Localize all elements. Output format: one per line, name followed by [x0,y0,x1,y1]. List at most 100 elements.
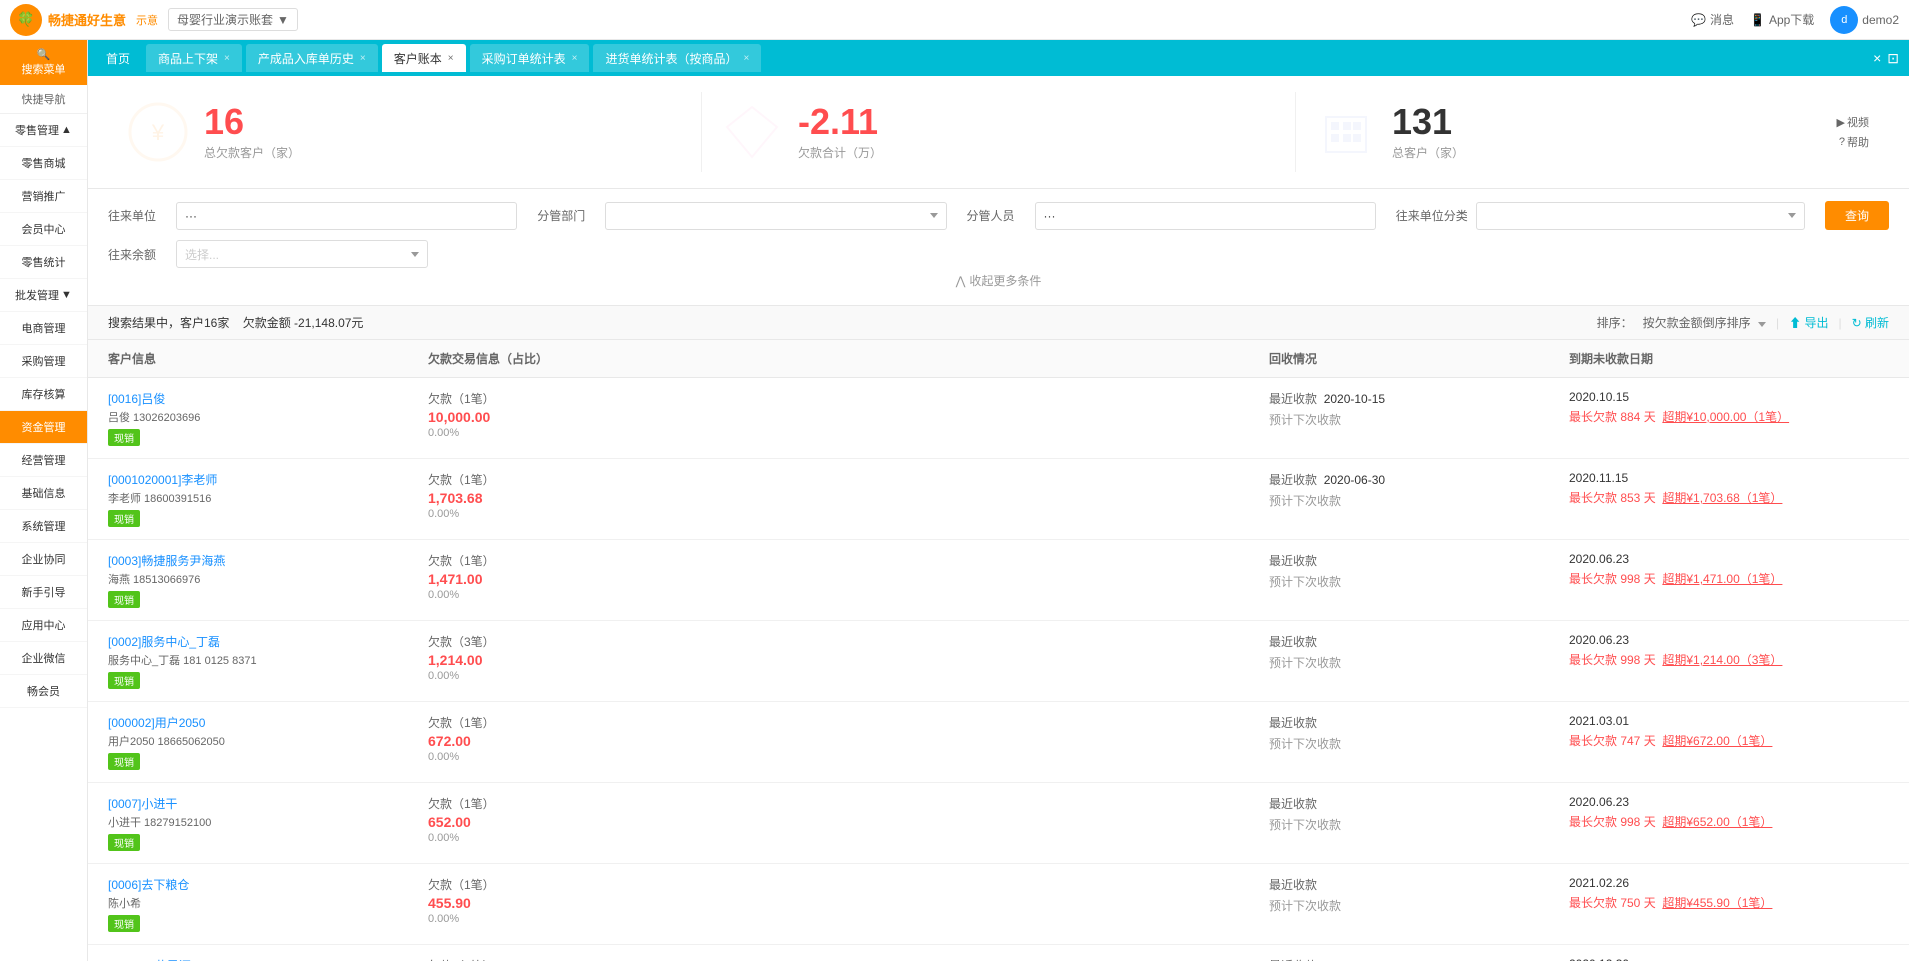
collapse-btn[interactable]: ⋀ 收起更多条件 [108,268,1889,293]
overdue-link-0002[interactable]: 超期¥1,214.00（3笔） [1662,653,1782,667]
overdue-info-0006: 2021.02.26 最长欠款 750 天 超期¥455.90（1笔） [1569,876,1889,911]
store-name: 母婴行业演示账套 [177,11,273,28]
overdue-date-000002: 2021.03.01 [1569,714,1889,728]
stat-content-debt-total: -2.11 欠款合计（万） [798,104,882,161]
source-unit-input[interactable]: ··· [176,202,517,230]
tab-purchase-order-close[interactable]: × [572,53,578,64]
sidebar-item-corp-wechat[interactable]: 企业微信 [0,642,87,675]
separator2: | [1838,316,1841,330]
sidebar-item-inventory[interactable]: 库存核算 [0,378,87,411]
overdue-link-0007[interactable]: 超期¥652.00（1笔） [1662,815,1772,829]
tab-inbound-stats[interactable]: 进货单统计表（按商品） × [593,44,761,72]
search-button[interactable]: 查询 [1825,201,1889,230]
sidebar-item-finance[interactable]: 资金管理 [0,411,87,444]
sidebar-item-corp-collab[interactable]: 企业协同 [0,543,87,576]
tab-product-offshelf-close[interactable]: × [224,53,230,64]
help-action[interactable]: ? 帮助 [1839,134,1869,150]
customer-name-0007[interactable]: [0007]小进干 [108,795,428,812]
tab-inbound-stats-close[interactable]: × [743,53,749,64]
sort-value[interactable]: 按欠款金额倒序排序 [1643,314,1766,331]
refresh-btn[interactable]: ↻ 刷新 [1852,314,1889,331]
stats-row: ¥ 16 总欠款客户（家） [88,76,1909,189]
sidebar-item-newbie[interactable]: 新手引导 [0,576,87,609]
sidebar-item-app-center[interactable]: 应用中心 [0,609,87,642]
sidebar-search[interactable]: 🔍 搜索菜单 [0,40,87,85]
tab-product-inbound-close[interactable]: × [360,53,366,64]
unit-category-select[interactable] [1476,202,1805,230]
debt-count-0003: 欠款（1笔） [428,552,1269,569]
user-menu[interactable]: d demo2 [1830,6,1899,34]
person-input[interactable]: ··· [1035,202,1376,230]
overdue-link-000002[interactable]: 超期¥672.00（1笔） [1662,734,1772,748]
table-row: [0002]服务中心_丁磊 服务中心_丁磊 181 0125 8371 现销 欠… [88,621,1909,702]
overdue-link-0003[interactable]: 超期¥1,471.00（1笔） [1662,572,1782,586]
top-bar-right: 💬 消息 📱 App下载 d demo2 [1691,6,1899,34]
expand-tab-icon[interactable]: ⊡ [1887,50,1899,67]
tab-product-offshelf[interactable]: 商品上下架 × [146,44,242,72]
customer-name-0016[interactable]: [0016]吕俊 [108,390,428,407]
tab-customer-account[interactable]: 客户账本 × [382,44,466,72]
overdue-info-000002: 2021.03.01 最长欠款 747 天 超期¥672.00（1笔） [1569,714,1889,749]
callback-row1: 最近收款 [1269,714,1569,731]
app-download-btn[interactable]: 📱 App下载 [1750,11,1814,28]
export-btn[interactable]: ⬆ 导出 [1789,314,1828,331]
tab-purchase-order[interactable]: 采购订单统计表 × [470,44,590,72]
sidebar-item-member[interactable]: 会员中心 [0,213,87,246]
customer-tag-000002: 现销 [108,753,140,770]
customer-name-00010200001[interactable]: [0001020001]李老师 [108,471,428,488]
separator1: | [1776,316,1779,330]
message-btn[interactable]: 💬 消息 [1691,11,1734,28]
video-action[interactable]: ▶ 视频 [1837,114,1869,130]
overdue-days-0016: 最长欠款 884 天 超期¥10,000.00（1笔） [1569,408,1889,425]
source-unit-label: 往来单位 [108,207,168,224]
customer-name-0003[interactable]: [0003]畅捷服务尹海燕 [108,552,428,569]
tab-home[interactable]: 首页 [94,44,142,72]
mini-logo[interactable]: 示意 [136,12,158,28]
col-header-overdue: 到期未收款日期 [1569,350,1889,367]
close-all-tabs-icon[interactable]: × [1873,50,1881,66]
sidebar-item-ecommerce[interactable]: 电商管理 [0,312,87,345]
filter-balance: 往来余额 选择... [108,240,428,268]
debt-amount-0002: 1,214.00 [428,652,1269,668]
sidebar-item-system[interactable]: 系统管理 [0,510,87,543]
debt-info-0003: 欠款（1笔） 1,471.00 0.00% [428,552,1269,601]
customer-name-0006[interactable]: [0006]去下粮仓 [108,876,428,893]
overdue-link-0016[interactable]: 超期¥10,000.00（1笔） [1662,410,1789,424]
customer-phone-0002: 服务中心_丁磊 181 0125 8371 [108,652,428,668]
sidebar-item-batch-mgmt[interactable]: 批发管理 ▼ [0,279,87,312]
sidebar-item-marketing[interactable]: 营销推广 [0,180,87,213]
tab-purchase-order-label: 采购订单统计表 [482,50,566,67]
sidebar-item-business[interactable]: 经营管理 [0,444,87,477]
overdue-date-0003: 2020.06.23 [1569,552,1889,566]
sidebar-quick-nav[interactable]: 快捷导航 [0,85,87,114]
sidebar-item-basic-info[interactable]: 基础信息 [0,477,87,510]
stat-number-total-customers: 131 [1392,104,1464,140]
callback-row1: 最近收款 2020-06-30 [1269,471,1569,488]
balance-select[interactable]: 选择... [176,240,428,268]
sidebar-item-super-member[interactable]: 畅会员 [0,675,87,708]
customer-name-000002[interactable]: [000002]用户2050 [108,714,428,731]
overdue-link-00010200001[interactable]: 超期¥1,703.68（1笔） [1662,491,1782,505]
debt-amount-0007: 652.00 [428,814,1269,830]
sidebar-item-retail-mall[interactable]: 零售商城 [0,147,87,180]
callback-info-000002: 最近收款 预计下次收款 [1269,714,1569,752]
store-selector[interactable]: 母婴行业演示账套 ▼ [168,8,298,31]
sidebar-item-retail-mgmt[interactable]: 零售管理 ▲ [0,114,87,147]
overdue-link-0006[interactable]: 超期¥455.90（1笔） [1662,896,1772,910]
unit-category-label: 往来单位分类 [1396,207,1468,224]
sidebar-item-purchase[interactable]: 采购管理 [0,345,87,378]
balance-arrow-icon [411,252,419,257]
tab-product-inbound[interactable]: 产成品入库单历史 × [246,44,378,72]
stat-content-total-customers: 131 总客户（家） [1392,104,1464,161]
sidebar-item-retail-stats[interactable]: 零售统计 [0,246,87,279]
customer-name-000001[interactable]: [000001]黄思源 [108,957,428,961]
customer-phone-0006: 陈小希 [108,895,428,911]
tab-customer-account-close[interactable]: × [448,53,454,64]
overdue-date-0007: 2020.06.23 [1569,795,1889,809]
filter-row-2: 往来余额 选择... [108,240,1889,268]
data-table: 客户信息 欠款交易信息（占比） 回收情况 到期未收款日期 [0016]吕俊 吕俊… [88,340,1909,961]
customer-name-0002[interactable]: [0002]服务中心_丁磊 [108,633,428,650]
callback-info-0002: 最近收款 预计下次收款 [1269,633,1569,671]
dept-select[interactable] [605,202,946,230]
tab-bar-actions: × ⊡ [1867,50,1905,67]
